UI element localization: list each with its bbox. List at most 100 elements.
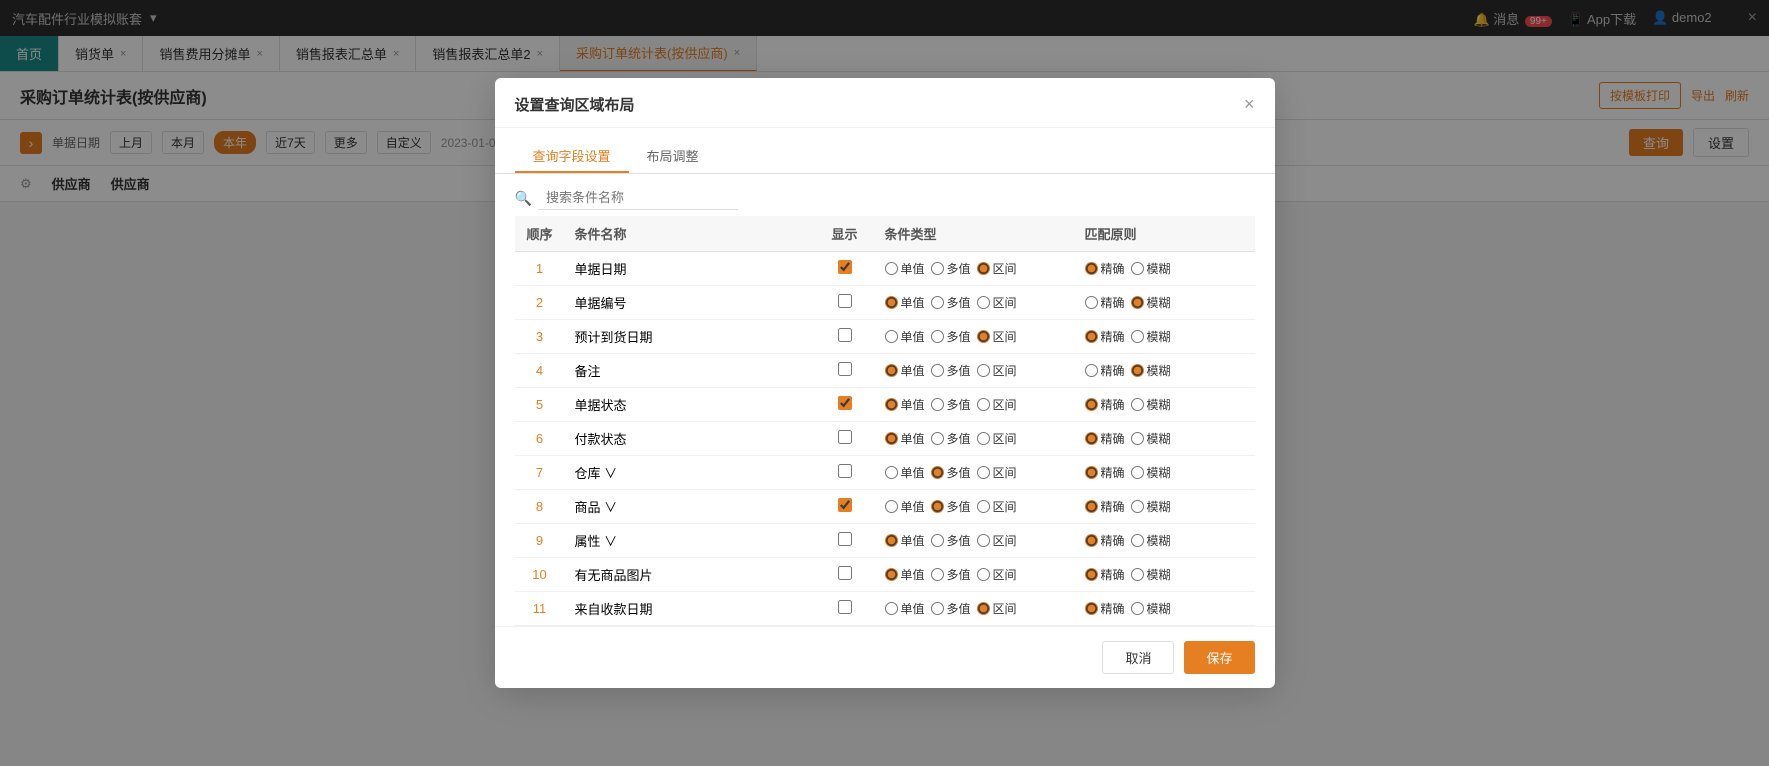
type-radio[interactable]: [977, 398, 990, 411]
match-radio-item[interactable]: 模糊: [1131, 600, 1171, 617]
match-radio-item[interactable]: 精确: [1085, 328, 1125, 345]
type-radio[interactable]: [885, 568, 898, 581]
match-radio-item[interactable]: 模糊: [1131, 532, 1171, 549]
match-radio-item[interactable]: 精确: [1085, 566, 1125, 583]
type-radio-item[interactable]: 区间: [977, 260, 1017, 277]
match-radio-item[interactable]: 精确: [1085, 532, 1125, 549]
match-radio-item[interactable]: 精确: [1085, 600, 1125, 617]
type-radio-item[interactable]: 区间: [977, 328, 1017, 345]
match-radio[interactable]: [1085, 500, 1098, 513]
show-checkbox[interactable]: [838, 532, 852, 546]
row-show-cell[interactable]: [815, 252, 875, 286]
modal-tab-layout[interactable]: 布局调整: [629, 140, 717, 173]
match-radio[interactable]: [1131, 466, 1144, 479]
modal-close-button[interactable]: ×: [1244, 94, 1255, 115]
type-radio[interactable]: [885, 398, 898, 411]
show-checkbox[interactable]: [838, 498, 852, 512]
type-radio-item[interactable]: 区间: [977, 600, 1017, 617]
type-radio-item[interactable]: 单值: [885, 566, 925, 583]
type-radio[interactable]: [977, 432, 990, 445]
type-radio[interactable]: [885, 296, 898, 309]
type-radio[interactable]: [977, 296, 990, 309]
type-radio-item[interactable]: 单值: [885, 396, 925, 413]
show-checkbox[interactable]: [838, 464, 852, 478]
type-radio[interactable]: [977, 364, 990, 377]
match-radio[interactable]: [1085, 262, 1098, 275]
type-radio[interactable]: [977, 466, 990, 479]
show-checkbox[interactable]: [838, 362, 852, 376]
match-radio-item[interactable]: 模糊: [1131, 430, 1171, 447]
type-radio-item[interactable]: 区间: [977, 532, 1017, 549]
show-checkbox[interactable]: [838, 260, 852, 274]
type-radio[interactable]: [885, 432, 898, 445]
type-radio-item[interactable]: 单值: [885, 532, 925, 549]
row-show-cell[interactable]: [815, 490, 875, 524]
type-radio-item[interactable]: 多值: [931, 430, 971, 447]
show-checkbox[interactable]: [838, 396, 852, 410]
type-radio-item[interactable]: 区间: [977, 294, 1017, 311]
type-radio-item[interactable]: 多值: [931, 328, 971, 345]
match-radio-item[interactable]: 模糊: [1131, 294, 1171, 311]
type-radio[interactable]: [885, 534, 898, 547]
show-checkbox[interactable]: [838, 294, 852, 308]
match-radio-item[interactable]: 模糊: [1131, 328, 1171, 345]
type-radio-item[interactable]: 单值: [885, 600, 925, 617]
type-radio-item[interactable]: 多值: [931, 566, 971, 583]
match-radio[interactable]: [1085, 364, 1098, 377]
match-radio-item[interactable]: 模糊: [1131, 362, 1171, 379]
type-radio-item[interactable]: 区间: [977, 362, 1017, 379]
match-radio[interactable]: [1131, 602, 1144, 615]
row-show-cell[interactable]: [815, 524, 875, 558]
type-radio-item[interactable]: 多值: [931, 396, 971, 413]
type-radio-item[interactable]: 多值: [931, 498, 971, 515]
type-radio[interactable]: [931, 466, 944, 479]
match-radio[interactable]: [1131, 330, 1144, 343]
type-radio-item[interactable]: 多值: [931, 294, 971, 311]
type-radio-item[interactable]: 多值: [931, 600, 971, 617]
type-radio-item[interactable]: 单值: [885, 498, 925, 515]
type-radio[interactable]: [885, 602, 898, 615]
show-checkbox[interactable]: [838, 566, 852, 580]
match-radio[interactable]: [1085, 568, 1098, 581]
type-radio-item[interactable]: 区间: [977, 396, 1017, 413]
match-radio[interactable]: [1131, 432, 1144, 445]
type-radio[interactable]: [885, 330, 898, 343]
type-radio-item[interactable]: 多值: [931, 464, 971, 481]
match-radio-item[interactable]: 模糊: [1131, 396, 1171, 413]
match-radio-item[interactable]: 精确: [1085, 294, 1125, 311]
row-show-cell[interactable]: [815, 320, 875, 354]
match-radio[interactable]: [1131, 364, 1144, 377]
type-radio[interactable]: [931, 500, 944, 513]
match-radio-item[interactable]: 精确: [1085, 362, 1125, 379]
match-radio-item[interactable]: 精确: [1085, 396, 1125, 413]
type-radio[interactable]: [931, 568, 944, 581]
match-radio-item[interactable]: 精确: [1085, 260, 1125, 277]
match-radio[interactable]: [1085, 466, 1098, 479]
row-show-cell[interactable]: [815, 354, 875, 388]
type-radio-item[interactable]: 单值: [885, 294, 925, 311]
type-radio[interactable]: [931, 262, 944, 275]
type-radio-item[interactable]: 多值: [931, 362, 971, 379]
type-radio[interactable]: [931, 534, 944, 547]
type-radio[interactable]: [977, 330, 990, 343]
search-input[interactable]: [538, 186, 738, 210]
type-radio[interactable]: [931, 398, 944, 411]
match-radio[interactable]: [1131, 568, 1144, 581]
match-radio[interactable]: [1085, 398, 1098, 411]
match-radio[interactable]: [1131, 296, 1144, 309]
type-radio-item[interactable]: 单值: [885, 464, 925, 481]
match-radio-item[interactable]: 精确: [1085, 464, 1125, 481]
match-radio-item[interactable]: 精确: [1085, 498, 1125, 515]
row-show-cell[interactable]: [815, 286, 875, 320]
show-checkbox[interactable]: [838, 430, 852, 444]
type-radio[interactable]: [977, 534, 990, 547]
match-radio[interactable]: [1131, 398, 1144, 411]
type-radio-item[interactable]: 区间: [977, 566, 1017, 583]
type-radio[interactable]: [977, 568, 990, 581]
type-radio-item[interactable]: 多值: [931, 532, 971, 549]
type-radio-item[interactable]: 区间: [977, 498, 1017, 515]
modal-tab-query-fields[interactable]: 查询字段设置: [515, 140, 629, 173]
row-show-cell[interactable]: [815, 422, 875, 456]
match-radio[interactable]: [1085, 602, 1098, 615]
type-radio[interactable]: [931, 330, 944, 343]
